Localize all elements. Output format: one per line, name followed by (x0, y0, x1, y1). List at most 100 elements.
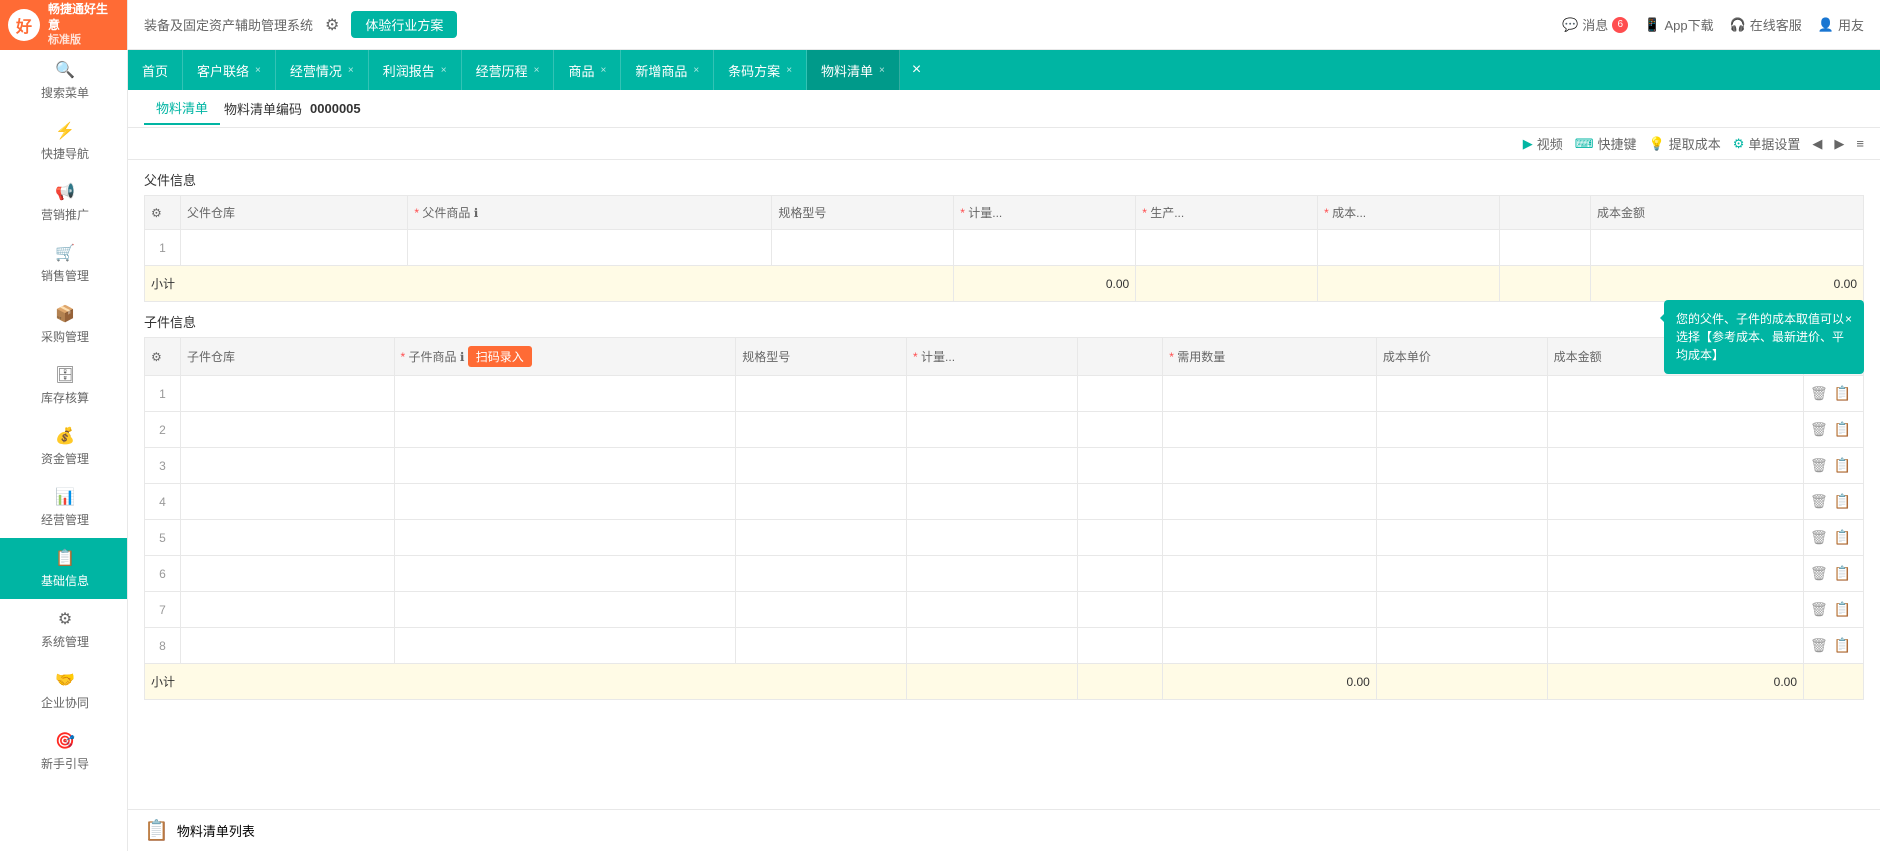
child-row-product[interactable] (394, 556, 736, 592)
list-view-btn[interactable]: ≡ (1856, 136, 1864, 151)
tab-profit-close[interactable]: × (441, 65, 447, 76)
child-row-product[interactable] (394, 376, 736, 412)
delete-icon[interactable]: 🗑 (1810, 637, 1828, 654)
tab-customer[interactable]: 客户联络 × (183, 50, 276, 90)
child-row-qty[interactable] (1163, 520, 1377, 556)
copy-icon[interactable]: 📋 (1834, 637, 1851, 654)
sidebar-item-system[interactable]: ⚙ 系统管理 (0, 599, 127, 660)
child-row-price[interactable] (1376, 376, 1547, 412)
child-row-unit[interactable] (907, 628, 1078, 664)
child-row-unit[interactable] (907, 556, 1078, 592)
copy-icon[interactable]: 📋 (1834, 421, 1851, 438)
sidebar-item-inventory[interactable]: 🗄 库存核算 (0, 355, 127, 416)
child-row-unit[interactable] (907, 412, 1078, 448)
tab-barcode-close[interactable]: × (786, 65, 792, 76)
shortcut-btn[interactable]: ⌨ 快捷键 (1575, 134, 1637, 153)
child-row-price[interactable] (1376, 412, 1547, 448)
child-row-spec[interactable] (736, 520, 907, 556)
copy-icon[interactable]: 📋 (1834, 457, 1851, 474)
tab-operations-status-close[interactable]: × (348, 65, 354, 76)
delete-icon[interactable]: 🗑 (1810, 385, 1828, 402)
app-download-item[interactable]: 📱 App下载 (1644, 15, 1713, 34)
nav-next-btn[interactable]: ▶ (1834, 136, 1844, 152)
child-row-unit[interactable] (907, 592, 1078, 628)
delete-icon[interactable]: 🗑 (1810, 457, 1828, 474)
child-row-price[interactable] (1376, 520, 1547, 556)
copy-icon[interactable]: 📋 (1834, 385, 1851, 402)
child-row-warehouse[interactable] (181, 628, 395, 664)
sidebar-item-sales[interactable]: 🛒 销售管理 (0, 233, 127, 294)
child-row-qty[interactable] (1163, 592, 1377, 628)
nav-close-all[interactable]: × (900, 61, 933, 79)
copy-icon[interactable]: 📋 (1834, 565, 1851, 582)
parent-row-product[interactable] (408, 230, 772, 266)
child-row-warehouse[interactable] (181, 592, 395, 628)
child-col-settings[interactable]: ⚙ (145, 338, 181, 376)
child-row-product[interactable] (394, 448, 736, 484)
nav-prev-btn[interactable]: ◀ (1812, 136, 1822, 152)
child-row-qty[interactable] (1163, 556, 1377, 592)
parent-row-warehouse[interactable] (181, 230, 408, 266)
tab-bom[interactable]: 物料清单 × (807, 50, 900, 90)
copy-icon[interactable]: 📋 (1834, 529, 1851, 546)
child-row-spec[interactable] (736, 412, 907, 448)
child-row-warehouse[interactable] (181, 520, 395, 556)
child-row-price[interactable] (1376, 484, 1547, 520)
tab-operations-status[interactable]: 经营情况 × (276, 50, 369, 90)
copy-icon[interactable]: 📋 (1834, 493, 1851, 510)
subtab-bom-list[interactable]: 物料清单 (144, 92, 220, 125)
trial-button[interactable]: 体验行业方案 (351, 11, 457, 38)
sidebar-item-search[interactable]: 🔍 搜索菜单 (0, 50, 127, 111)
delete-icon[interactable]: 🗑 (1810, 565, 1828, 582)
tab-history[interactable]: 经营历程 × (462, 50, 555, 90)
child-row-product[interactable] (394, 520, 736, 556)
sidebar-item-purchase[interactable]: 📦 采购管理 (0, 294, 127, 355)
parent-row-prod[interactable] (1136, 230, 1318, 266)
parent-col-settings[interactable]: ⚙ (145, 196, 181, 230)
gear-button[interactable]: ⚙ (321, 15, 343, 35)
copy-icon[interactable]: 📋 (1834, 601, 1851, 618)
child-row-warehouse[interactable] (181, 412, 395, 448)
tab-barcode[interactable]: 条码方案 × (714, 50, 807, 90)
child-row-qty[interactable] (1163, 376, 1377, 412)
child-row-warehouse[interactable] (181, 376, 395, 412)
child-row-price[interactable] (1376, 592, 1547, 628)
online-service-item[interactable]: 🎧 在线客服 (1730, 15, 1802, 34)
child-row-product[interactable] (394, 412, 736, 448)
child-row-warehouse[interactable] (181, 448, 395, 484)
child-row-spec[interactable] (736, 448, 907, 484)
sidebar-item-marketing[interactable]: 📢 营销推广 (0, 172, 127, 233)
tab-goods-close[interactable]: × (600, 65, 606, 76)
sidebar-item-quick-nav[interactable]: ⚡ 快捷导航 (0, 111, 127, 172)
child-row-spec[interactable] (736, 592, 907, 628)
tooltip-close[interactable]: × (1845, 310, 1852, 328)
child-row-price[interactable] (1376, 628, 1547, 664)
child-row-unit[interactable] (907, 448, 1078, 484)
tab-new-goods[interactable]: 新增商品 × (621, 50, 714, 90)
sidebar-item-guide[interactable]: 🎯 新手引导 (0, 721, 127, 782)
child-row-spec[interactable] (736, 556, 907, 592)
parent-row-unit[interactable] (954, 230, 1136, 266)
tab-history-close[interactable]: × (534, 65, 540, 76)
child-row-product[interactable] (394, 592, 736, 628)
tab-goods[interactable]: 商品 × (554, 50, 621, 90)
scan-button[interactable]: 扫码录入 (468, 346, 532, 367)
parent-row-cost[interactable] (1318, 230, 1500, 266)
delete-icon[interactable]: 🗑 (1810, 601, 1828, 618)
extract-cost-btn[interactable]: 💡 提取成本 (1649, 134, 1721, 153)
child-row-unit[interactable] (907, 376, 1078, 412)
tab-new-goods-close[interactable]: × (693, 65, 699, 76)
child-row-price[interactable] (1376, 448, 1547, 484)
parent-row-spec[interactable] (772, 230, 954, 266)
user-item[interactable]: 👤 用友 (1818, 15, 1864, 34)
tab-customer-close[interactable]: × (255, 65, 261, 76)
view-btn[interactable]: ▶ 视频 (1523, 134, 1563, 153)
sidebar-item-finance[interactable]: 💰 资金管理 (0, 416, 127, 477)
sidebar-item-operations[interactable]: 📊 经营管理 (0, 477, 127, 538)
tab-profit[interactable]: 利润报告 × (369, 50, 462, 90)
child-row-qty[interactable] (1163, 628, 1377, 664)
delete-icon[interactable]: 🗑 (1810, 421, 1828, 438)
child-row-qty[interactable] (1163, 412, 1377, 448)
child-row-product[interactable] (394, 484, 736, 520)
message-item[interactable]: 💬 消息 6 (1562, 15, 1628, 34)
